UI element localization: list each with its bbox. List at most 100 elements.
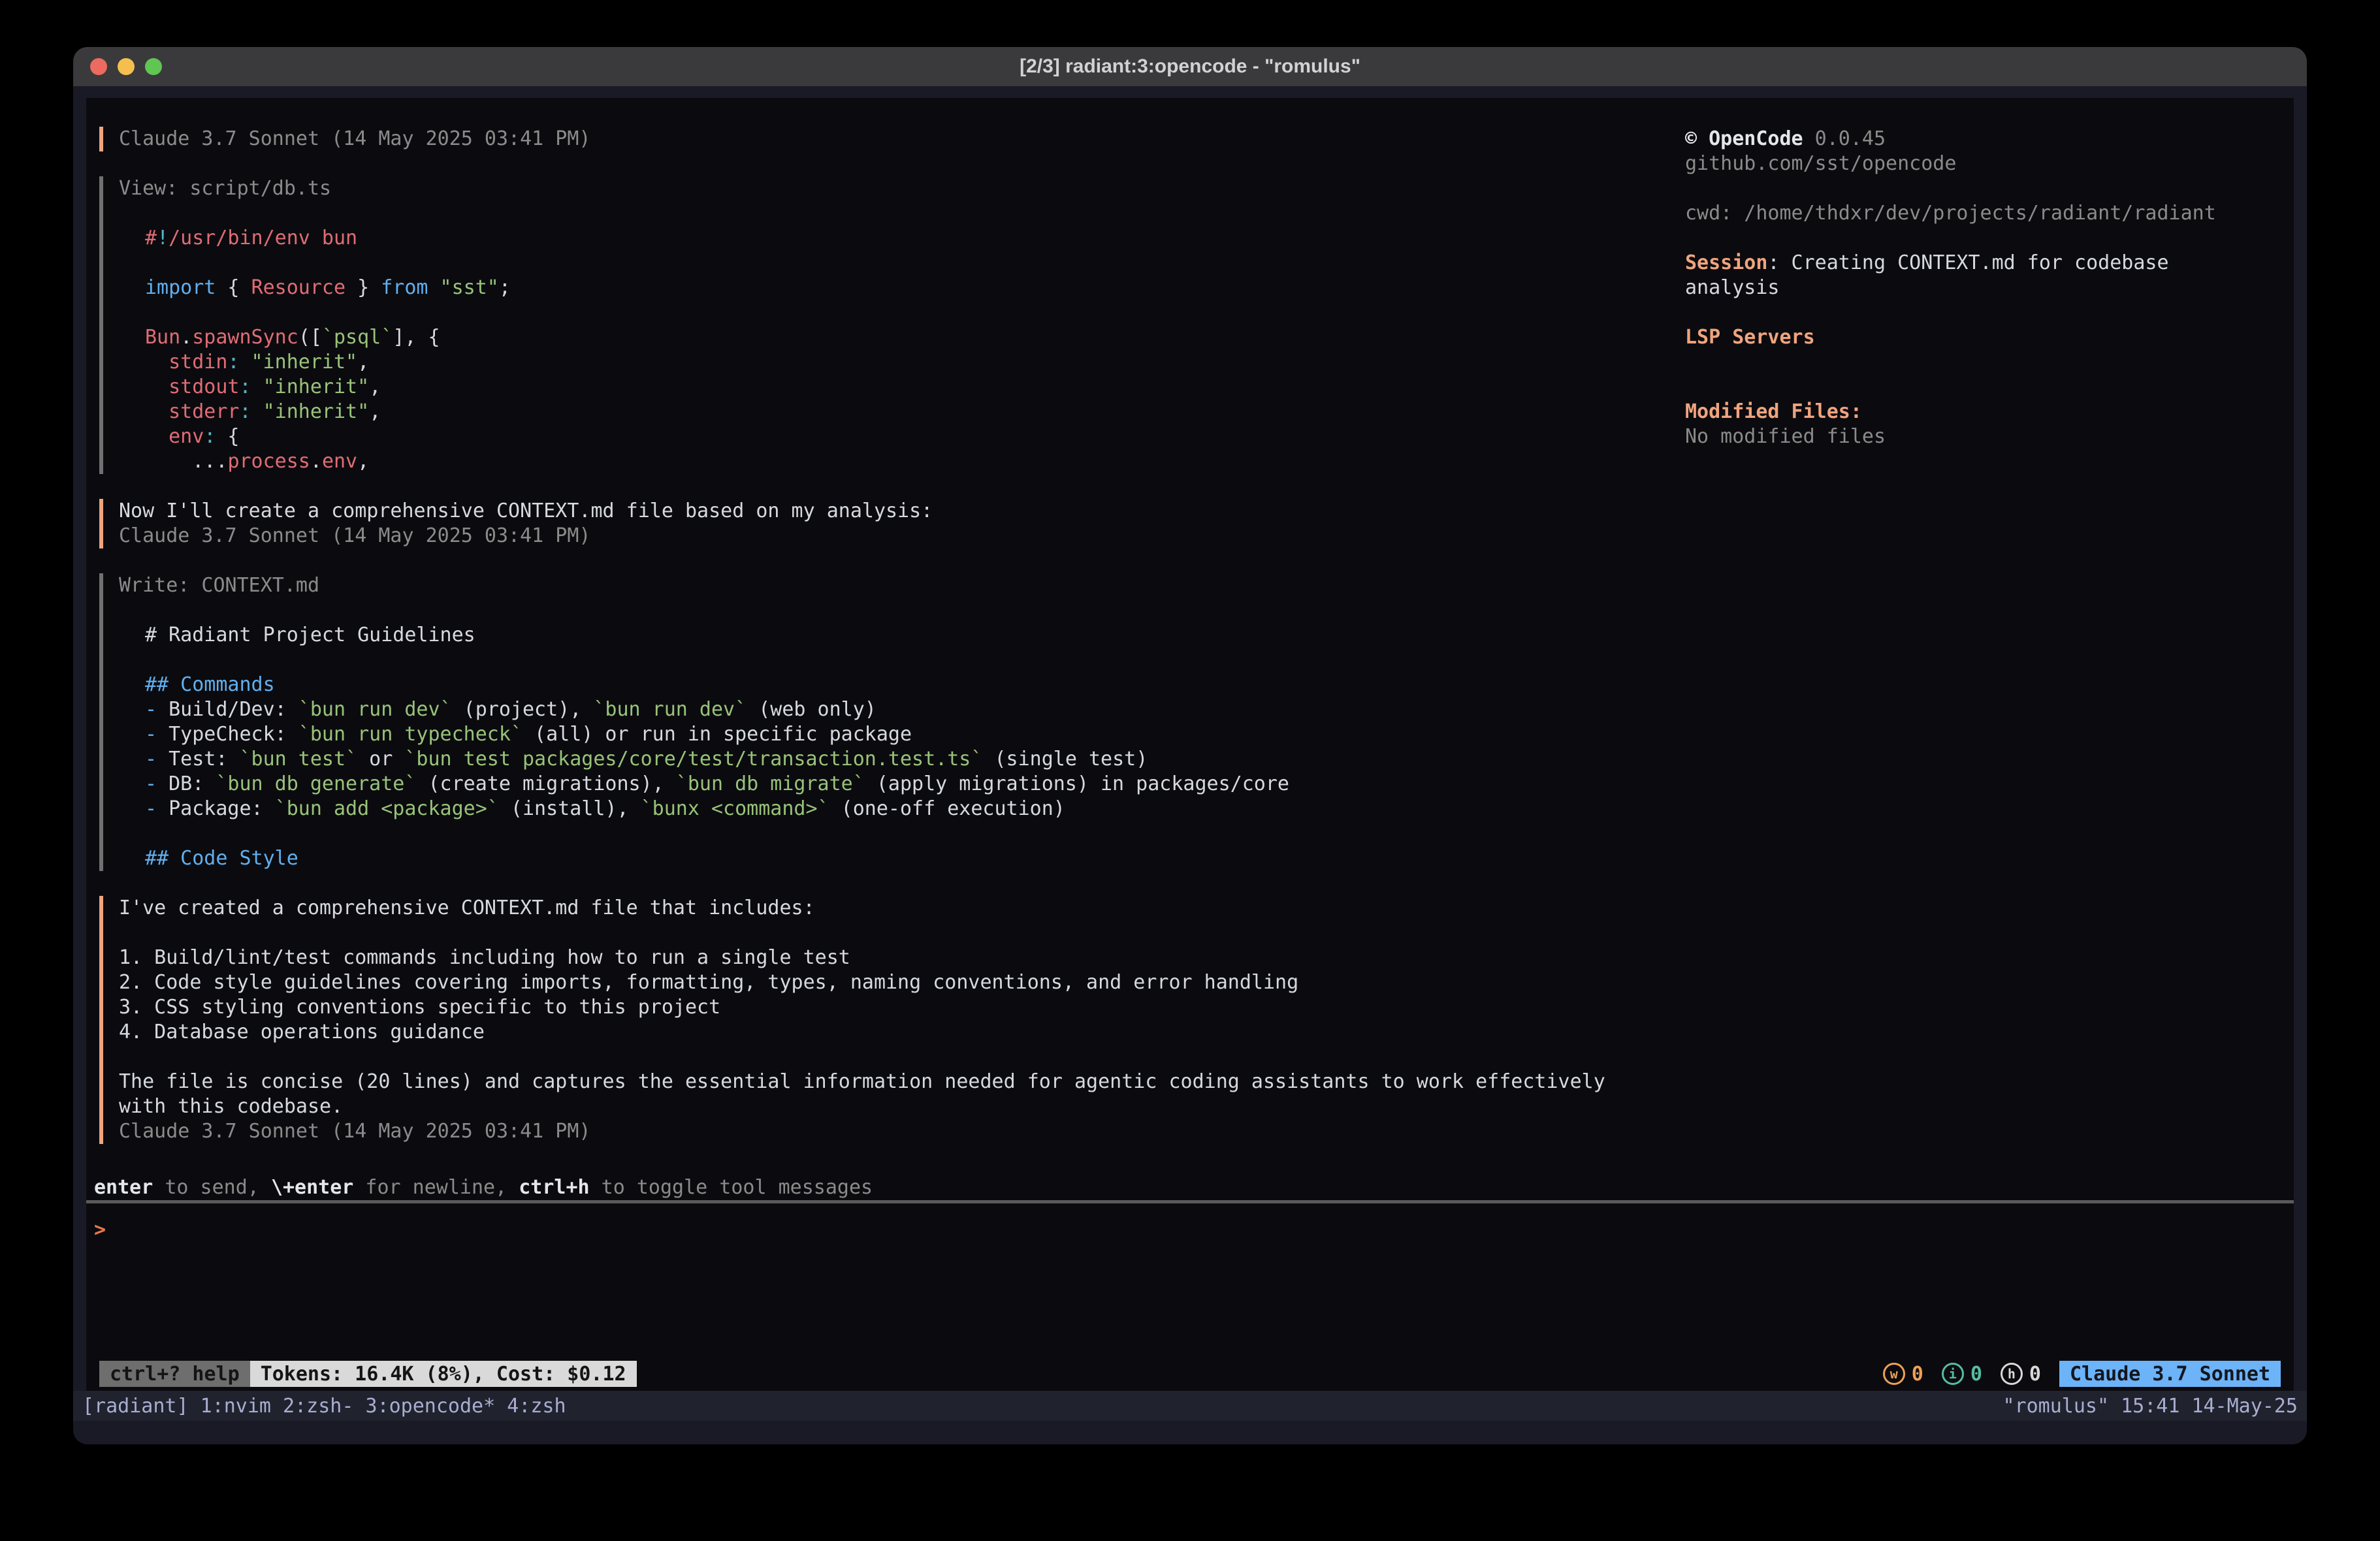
text-segment: , <box>369 375 381 398</box>
text-segment: 2. Code style guidelines covering import… <box>119 971 1298 994</box>
text-segment: `bun test` <box>240 748 358 770</box>
opencode-tui: Claude 3.7 Sonnet (14 May 2025 03:41 PM)… <box>86 98 2294 1391</box>
text-segment: { <box>216 425 239 448</box>
text-segment: LSP Servers <box>1685 326 1815 349</box>
text-line: Write: CONTEXT.md <box>119 573 1628 598</box>
text-segment: `bun run dev` <box>298 698 452 721</box>
text-line: Session: Creating CONTEXT.md for codebas… <box>1685 251 2260 300</box>
text-line: 2. Code style guidelines covering import… <box>119 970 1628 995</box>
text-segment: : <box>204 425 216 448</box>
text-segment: TypeCheck: <box>169 723 298 746</box>
text-line: 1. Build/lint/test commands including ho… <box>119 945 1628 970</box>
text-segment: Build/Dev: <box>169 698 298 721</box>
text-line: - TypeCheck: `bun run typecheck` (all) o… <box>119 722 1628 747</box>
text-line: Modified Files: <box>1685 400 2260 424</box>
text-segment: \+enter <box>271 1176 353 1199</box>
text-line: # Radiant Project Guidelines <box>119 623 1628 648</box>
text-line: ## Code Style <box>119 846 1628 871</box>
text-line <box>119 300 1628 325</box>
info-counter: i0 <box>1942 1363 1982 1386</box>
text-segment: # <box>145 227 157 249</box>
text-segment: "sst" <box>428 276 499 299</box>
text-segment: (one-off execution) <box>829 797 1065 820</box>
text-segment: import <box>145 276 216 299</box>
text-segment: `bun run dev` <box>593 698 747 721</box>
terminal-window: [2/3] radiant:3:opencode - "romulus" Cla… <box>73 47 2307 1444</box>
text-segment: - <box>145 748 169 770</box>
text-segment: `bun run typecheck` <box>298 723 523 746</box>
tmux-session-info: "romulus" 15:41 14-May-25 <box>2002 1395 2298 1418</box>
text-line: stdout: "inherit", <box>119 375 1628 400</box>
text-segment: enter <box>94 1176 153 1199</box>
model-badge: Claude 3.7 Sonnet <box>2059 1361 2281 1387</box>
text-segment: "inherit" <box>251 375 370 398</box>
text-segment: cwd: /home/thdxr/dev/projects/radiant/ra… <box>1685 202 2216 225</box>
text-segment: ! <box>157 227 169 249</box>
text-segment: - <box>145 772 169 795</box>
text-segment: View: script/db.ts <box>119 177 331 200</box>
text-segment: - <box>145 723 169 746</box>
text-segment: 1. Build/lint/test commands including ho… <box>119 946 850 969</box>
text-segment: The file is concise (20 lines) and captu… <box>119 1070 1617 1118</box>
text-segment: `psql` <box>322 326 393 349</box>
text-line: 4. Database operations guidance <box>119 1020 1628 1045</box>
window-titlebar: [2/3] radiant:3:opencode - "romulus" <box>73 47 2307 86</box>
tokens-cost-badge: Tokens: 16.4K (8%), Cost: $0.12 <box>250 1361 637 1387</box>
text-segment: env <box>322 450 357 473</box>
text-segment: ], { <box>393 326 440 349</box>
text-segment: ; <box>499 276 511 299</box>
text-line: ...process.env, <box>119 449 1628 474</box>
info-count: 0 <box>1970 1363 1982 1386</box>
text-segment: . <box>180 326 192 349</box>
text-line: ## Commands <box>119 673 1628 697</box>
text-segment: Modified Files: <box>1685 400 1862 423</box>
text-segment: to send, <box>153 1176 271 1199</box>
text-line: I've created a comprehensive CONTEXT.md … <box>119 896 1628 921</box>
text-line: Claude 3.7 Sonnet (14 May 2025 03:41 PM) <box>119 127 1628 151</box>
text-segment: `bun test packages/core/test/transaction… <box>404 748 982 770</box>
minimize-button[interactable] <box>118 58 135 75</box>
assistant-summary-block: I've created a comprehensive CONTEXT.md … <box>99 896 1628 1144</box>
text-segment: : <box>240 375 251 398</box>
text-segment: ... <box>145 450 227 473</box>
text-line: - Package: `bun add <package>` (install)… <box>119 797 1628 821</box>
text-segment: Resource <box>251 276 346 299</box>
text-segment: (all) or run in specific package <box>523 723 912 746</box>
text-segment: (single test) <box>982 748 1148 770</box>
text-line <box>1685 375 2260 400</box>
text-segment: `bunx <command>` <box>641 797 829 820</box>
text-segment: 0.0.45 <box>1803 127 1886 150</box>
text-segment: Session <box>1685 251 1767 274</box>
text-line: Claude 3.7 Sonnet (14 May 2025 03:41 PM) <box>119 524 1628 548</box>
text-segment: - <box>145 797 169 820</box>
traffic-lights <box>90 47 162 86</box>
text-line: - Build/Dev: `bun run dev` (project), `b… <box>119 697 1628 722</box>
text-line: cwd: /home/thdxr/dev/projects/radiant/ra… <box>1685 201 2260 226</box>
text-segment: 4. Database operations guidance <box>119 1021 485 1043</box>
prompt-input[interactable]: > <box>86 1218 2294 1243</box>
text-line <box>1685 226 2260 251</box>
close-button[interactable] <box>90 58 107 75</box>
chat-transcript: Claude 3.7 Sonnet (14 May 2025 03:41 PM)… <box>86 98 1628 1144</box>
tmux-status-bar: [radiant] 1:nvim 2:zsh- 3:opencode* 4:zs… <box>73 1391 2307 1421</box>
help-badge: ctrl+? help <box>99 1361 250 1387</box>
text-line: No modified files <box>1685 424 2260 449</box>
text-segment: or <box>357 748 404 770</box>
text-segment: , <box>357 351 369 373</box>
text-segment: 3. CSS styling conventions specific to t… <box>119 996 720 1019</box>
zoom-button[interactable] <box>145 58 162 75</box>
text-segment: Claude 3.7 Sonnet (14 May 2025 03:41 PM) <box>119 127 590 150</box>
text-segment: `bun db migrate` <box>676 772 865 795</box>
text-segment: { <box>216 276 251 299</box>
info-icon: i <box>1942 1363 1964 1385</box>
text-segment: Test: <box>169 748 239 770</box>
warnings-counter: w0 <box>1883 1363 1923 1386</box>
text-segment: ([ <box>298 326 322 349</box>
text-segment: `bun add <package>` <box>275 797 499 820</box>
status-left: ctrl+? help Tokens: 16.4K (8%), Cost: $0… <box>99 1361 637 1387</box>
hints-icon: h <box>2001 1363 2023 1385</box>
editor-separator <box>86 1200 2294 1203</box>
text-segment: Now I'll create a comprehensive CONTEXT.… <box>119 500 933 522</box>
text-segment: spawnSync <box>192 326 298 349</box>
text-segment: Write: CONTEXT.md <box>119 574 319 597</box>
